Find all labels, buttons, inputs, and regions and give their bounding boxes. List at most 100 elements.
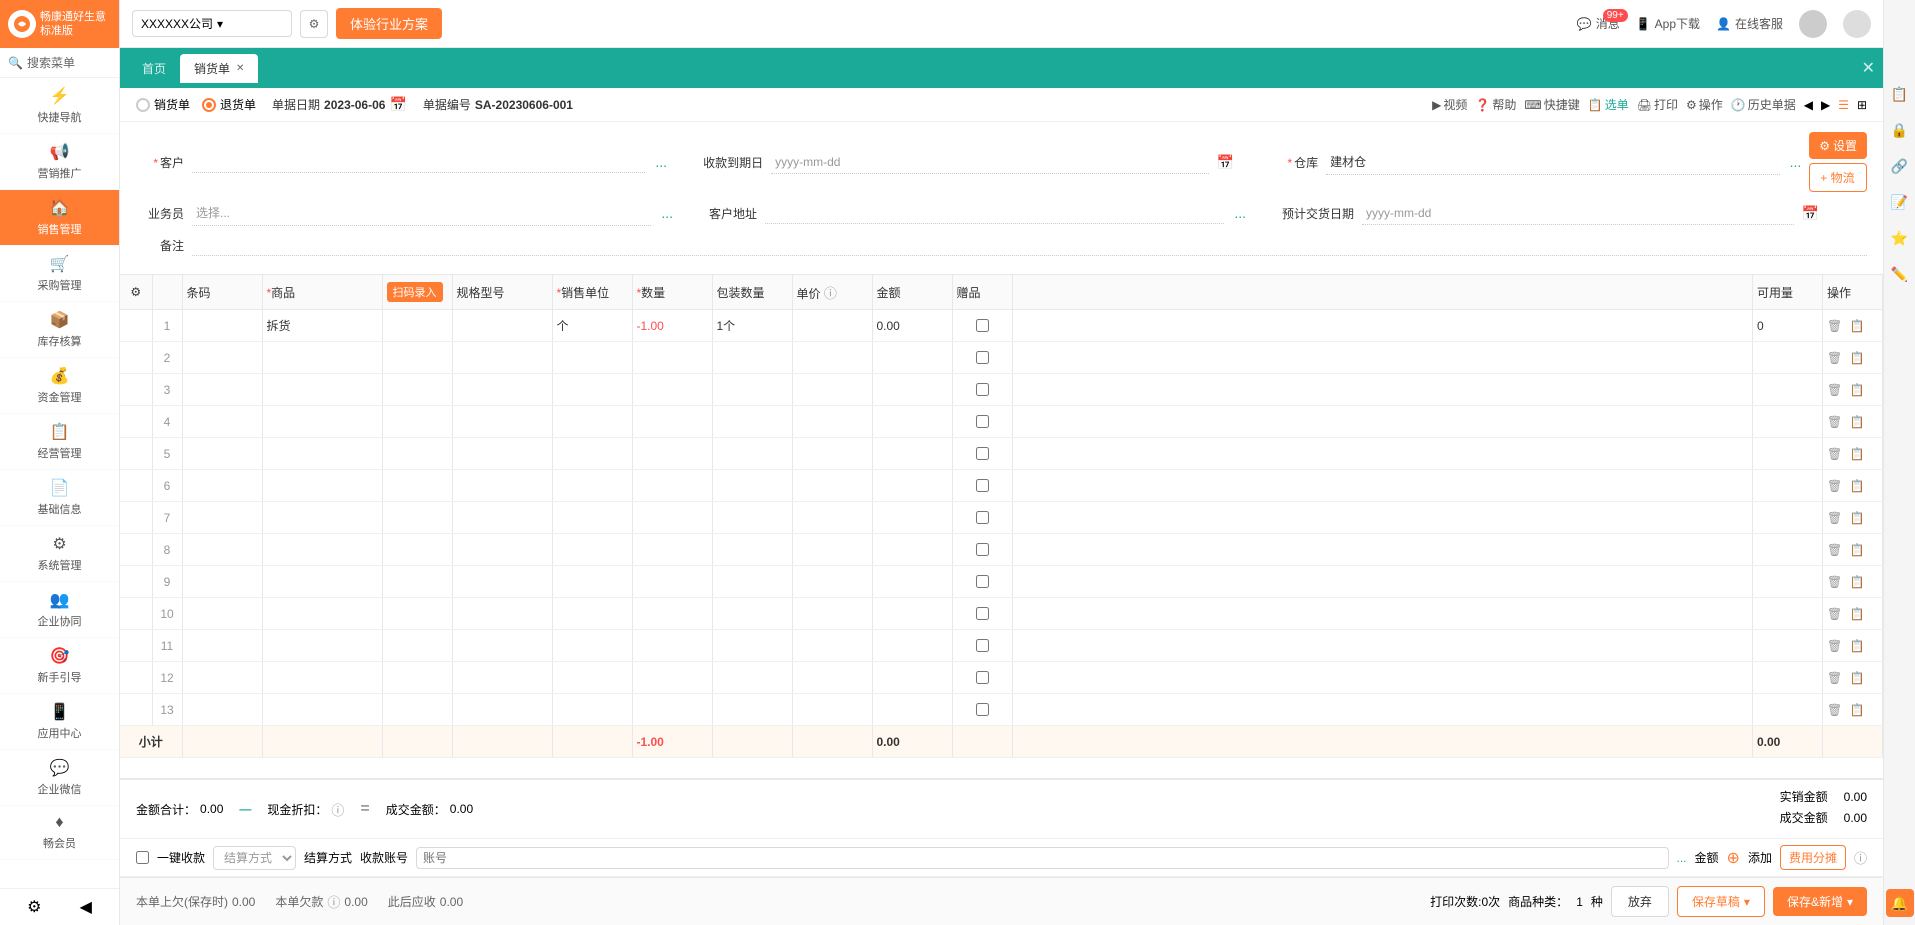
row-note-cell[interactable] (1012, 694, 1753, 726)
copy-icon[interactable]: 📋 (1850, 703, 1865, 717)
row-qty-cell[interactable] (632, 406, 712, 438)
sidebar-item-system[interactable]: ⚙ 系统管理 (0, 526, 119, 582)
row-pkg-cell[interactable] (712, 630, 792, 662)
row-spec-cell[interactable] (452, 470, 552, 502)
save-draft-button[interactable]: 保存草稿 ▾ (1677, 886, 1765, 917)
row-barcode-cell[interactable] (182, 662, 262, 694)
row-amount-cell[interactable] (872, 374, 952, 406)
row-goods-cell[interactable] (262, 470, 382, 502)
row-pkg-cell[interactable] (712, 566, 792, 598)
shortcut-link[interactable]: ⌨ 快捷键 (1524, 96, 1579, 113)
row-amount-cell[interactable] (872, 502, 952, 534)
sidebar-item-purchase[interactable]: 🛒 采购管理 (0, 246, 119, 302)
salesperson-dots-icon[interactable]: ... (661, 205, 673, 221)
row-note-cell[interactable] (1012, 406, 1753, 438)
row-spec-cell[interactable] (452, 310, 552, 342)
row-pkg-cell[interactable] (712, 662, 792, 694)
gift-checkbox[interactable] (976, 607, 989, 620)
copy-icon[interactable]: 📋 (1850, 575, 1865, 589)
row-note-cell[interactable] (1012, 566, 1753, 598)
salesperson-input[interactable]: 选择... (192, 200, 651, 226)
dots-icon[interactable]: ... (1677, 851, 1687, 865)
row-unit-cell[interactable] (552, 438, 632, 470)
gift-checkbox[interactable] (976, 703, 989, 716)
row-spec-cell[interactable] (452, 502, 552, 534)
row-gift-cell[interactable] (952, 566, 1012, 598)
row-barcode-cell[interactable] (182, 534, 262, 566)
row-qty-cell[interactable] (632, 630, 712, 662)
gift-checkbox[interactable] (976, 319, 989, 332)
row-spec-cell[interactable] (452, 438, 552, 470)
row-gift-cell[interactable] (952, 534, 1012, 566)
delete-icon[interactable]: 🗑 (1827, 575, 1842, 589)
row-unit-cell[interactable] (552, 662, 632, 694)
sidebar-collapse-icon[interactable]: ◀ (80, 897, 92, 917)
copy-icon[interactable]: 📋 (1850, 415, 1865, 429)
row-barcode-cell[interactable] (182, 630, 262, 662)
row-goods-cell[interactable] (262, 630, 382, 662)
row-note-cell[interactable] (1012, 342, 1753, 374)
row-spec-cell[interactable] (452, 534, 552, 566)
row-pkg-cell[interactable] (712, 694, 792, 726)
row-qty-cell[interactable] (632, 662, 712, 694)
row-barcode-cell[interactable] (182, 374, 262, 406)
settings-gear-button[interactable]: ⚙ (300, 10, 328, 38)
right-icon-5[interactable]: ⭐ (1886, 224, 1914, 252)
row-barcode-cell[interactable] (182, 694, 262, 726)
tab-close-icon[interactable]: ✕ (236, 63, 244, 74)
row-amount-cell[interactable] (872, 438, 952, 470)
row-qty-cell[interactable] (632, 534, 712, 566)
select-link[interactable]: 📋 选单 (1588, 96, 1629, 113)
calc-method-select[interactable]: 结算方式 (213, 846, 296, 870)
row-unit-cell[interactable] (552, 374, 632, 406)
row-goods-cell[interactable] (262, 694, 382, 726)
row-unit-cell[interactable]: 个 (552, 310, 632, 342)
row-unit-cell[interactable] (552, 694, 632, 726)
delete-icon[interactable]: 🗑 (1827, 511, 1842, 525)
row-gift-cell[interactable] (952, 310, 1012, 342)
copy-icon[interactable]: 📋 (1850, 639, 1865, 653)
row-spec-cell[interactable] (452, 566, 552, 598)
row-spec-cell[interactable] (452, 598, 552, 630)
gift-checkbox[interactable] (976, 383, 989, 396)
row-unit-cell[interactable] (552, 566, 632, 598)
warehouse-dots-icon[interactable]: ... (1790, 154, 1802, 170)
row-spec-cell[interactable] (452, 694, 552, 726)
row-amount-cell[interactable] (872, 566, 952, 598)
col-settings-header[interactable]: ⚙ (120, 275, 152, 310)
row-spec-cell[interactable] (452, 342, 552, 374)
right-icon-7[interactable]: 🔔 (1886, 889, 1914, 917)
row-goods-cell[interactable] (262, 438, 382, 470)
avatar-2[interactable] (1843, 10, 1871, 38)
grid-view-icon[interactable]: ⊞ (1857, 98, 1867, 112)
delete-icon[interactable]: 🗑 (1827, 607, 1842, 621)
row-note-cell[interactable] (1012, 470, 1753, 502)
row-price-cell[interactable] (792, 534, 872, 566)
row-barcode-cell[interactable] (182, 566, 262, 598)
delete-icon[interactable]: 🗑 (1827, 383, 1842, 397)
row-goods-cell[interactable] (262, 534, 382, 566)
tab-sales-order[interactable]: 销货单 ✕ (180, 54, 258, 83)
row-amount-cell[interactable] (872, 662, 952, 694)
delete-icon[interactable]: 🗑 (1827, 639, 1842, 653)
row-pkg-cell[interactable] (712, 406, 792, 438)
row-goods-cell[interactable] (262, 406, 382, 438)
row-goods-cell[interactable] (262, 598, 382, 630)
account-input[interactable] (416, 847, 1668, 869)
row-note-cell[interactable] (1012, 534, 1753, 566)
row-gift-cell[interactable] (952, 502, 1012, 534)
row-spec-cell[interactable] (452, 662, 552, 694)
copy-icon[interactable]: 📋 (1850, 543, 1865, 557)
row-gift-cell[interactable] (952, 694, 1012, 726)
row-gift-cell[interactable] (952, 342, 1012, 374)
row-unit-cell[interactable] (552, 502, 632, 534)
row-gift-cell[interactable] (952, 406, 1012, 438)
row-price-cell[interactable] (792, 310, 872, 342)
one-click-payment-checkbox[interactable] (136, 851, 149, 864)
sidebar-item-sales[interactable]: 🏠 销售管理 (0, 190, 119, 246)
row-barcode-cell[interactable] (182, 598, 262, 630)
right-icon-3[interactable]: 🔗 (1886, 152, 1914, 180)
sidebar-item-guide[interactable]: 🎯 新手引导 (0, 638, 119, 694)
row-price-cell[interactable] (792, 502, 872, 534)
row-unit-cell[interactable] (552, 630, 632, 662)
